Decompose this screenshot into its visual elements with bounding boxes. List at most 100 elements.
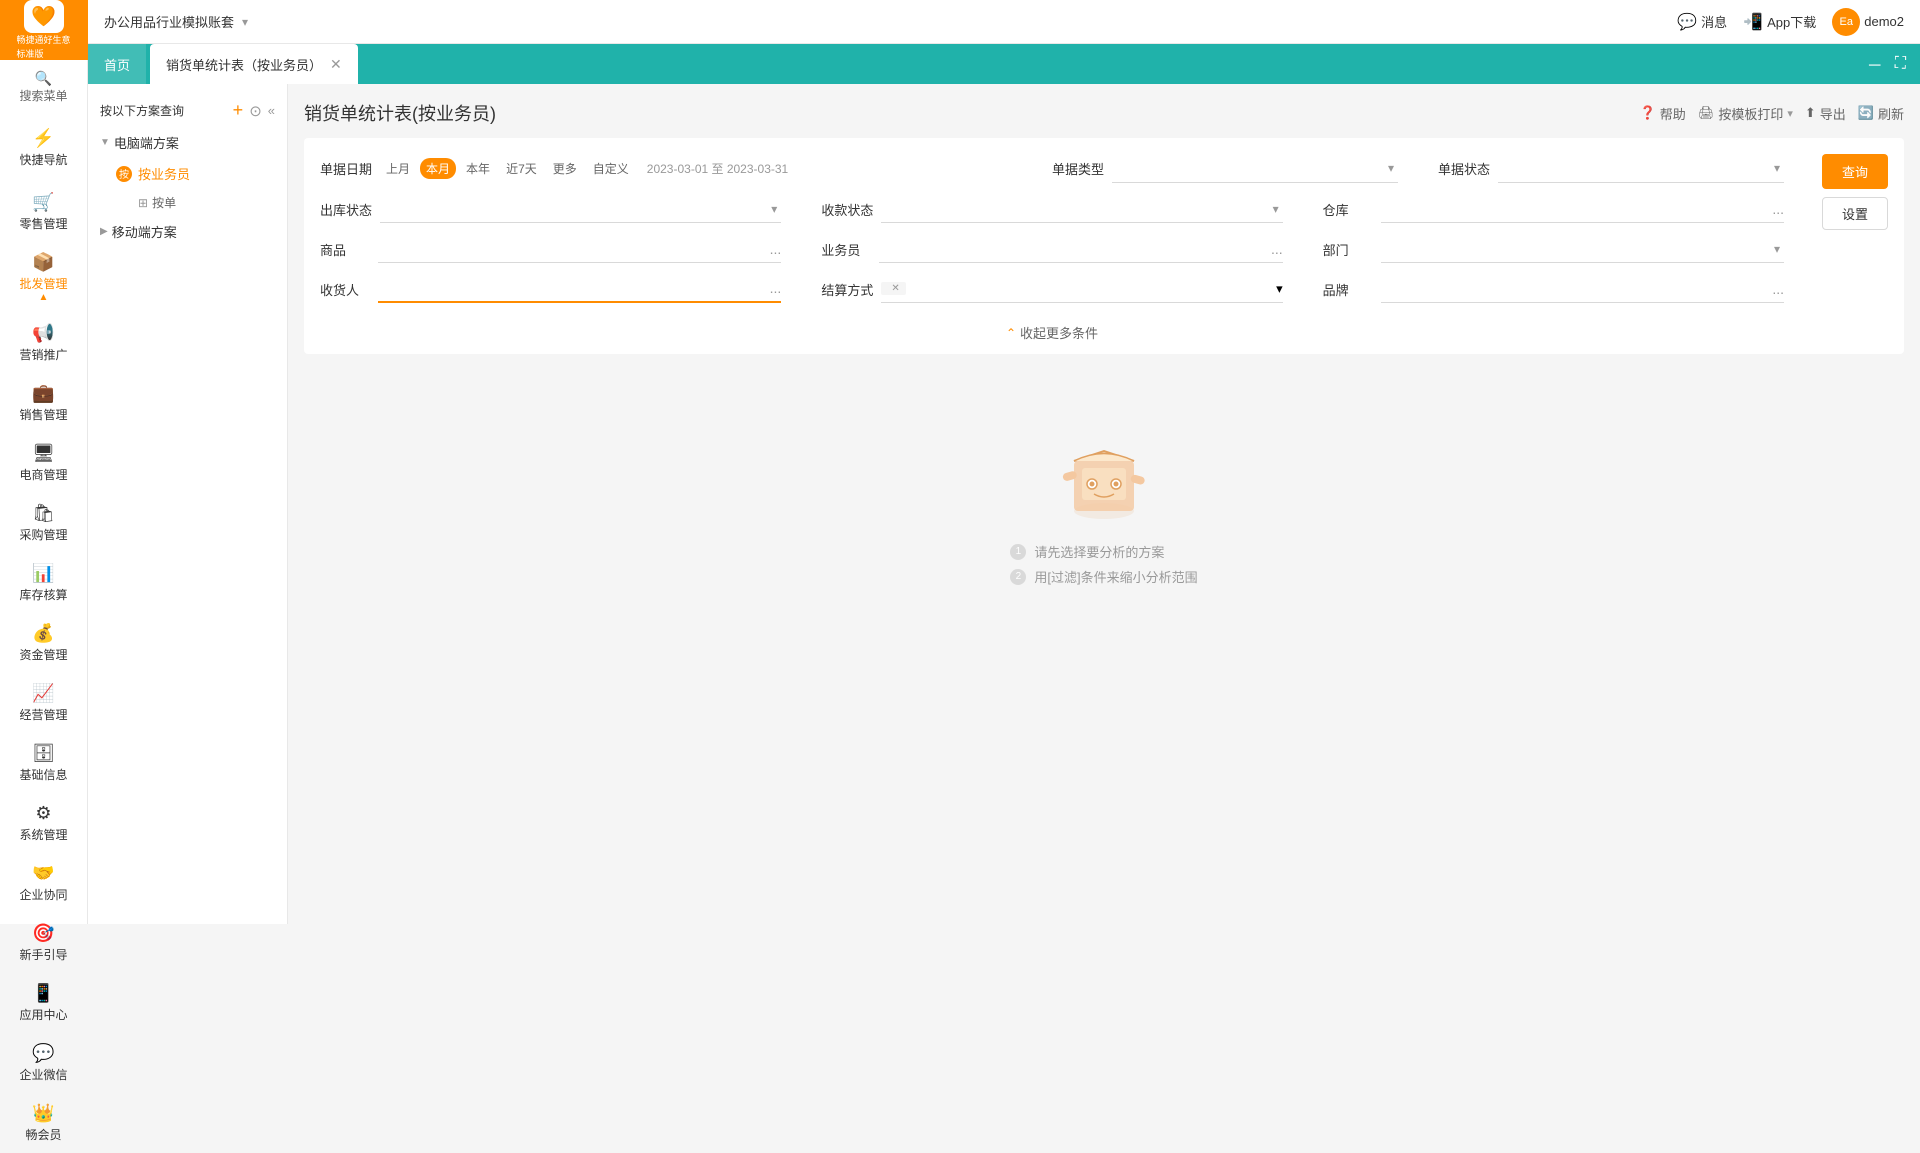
recipient-control: ... bbox=[378, 275, 781, 303]
sidebar-item-ops[interactable]: 📈 经营管理 bbox=[0, 673, 87, 733]
goods-label: 商品 bbox=[320, 240, 370, 259]
date-btn-this-month[interactable]: 本月 bbox=[420, 158, 456, 179]
receipt-status-label: 收款状态 bbox=[821, 200, 873, 219]
filter-item-department: 部门 ▾ bbox=[1323, 235, 1784, 263]
print-dropdown-icon[interactable]: ▾ bbox=[1787, 107, 1793, 120]
goods-control: ... bbox=[378, 235, 781, 263]
topbar-title: 办公用品行业模拟账套 bbox=[104, 12, 234, 31]
sidebar-item-wholesale[interactable]: 📦 批发管理 ▲ bbox=[0, 242, 87, 313]
help-icon: ❓ bbox=[1640, 105, 1656, 121]
tree-arrow-mobile: ▶ bbox=[100, 226, 108, 237]
doc-type-control[interactable]: ▾ bbox=[1112, 155, 1398, 183]
tab-sales-stat[interactable]: 销货单统计表（按业务员） ✕ bbox=[150, 44, 358, 84]
topbar: 办公用品行业模拟账套 ▾ 💬 消息 📲 App下载 Ea demo2 bbox=[88, 0, 1920, 44]
sidebar-item-newbie[interactable]: 🎯 新手引导 bbox=[0, 913, 87, 973]
brand-control: ... bbox=[1381, 275, 1784, 303]
sidebar-item-vip[interactable]: 👑 畅会员 bbox=[0, 1093, 87, 1153]
sidebar-item-purchase[interactable]: 🛍 采购管理 bbox=[0, 493, 87, 553]
user-menu[interactable]: Ea demo2 bbox=[1832, 8, 1904, 36]
sidebar-item-wechat[interactable]: 💬 企业微信 bbox=[0, 1033, 87, 1093]
filter-item-goods: 商品 ... bbox=[320, 235, 781, 263]
date-btn-this-year[interactable]: 本年 bbox=[460, 158, 496, 179]
tree-label-mobile: 移动端方案 bbox=[112, 222, 177, 241]
tabbar: 首页 销货单统计表（按业务员） ✕ － ⛶ bbox=[88, 44, 1920, 84]
department-control[interactable]: ▾ bbox=[1381, 235, 1784, 263]
brand-dots-btn[interactable]: ... bbox=[1772, 281, 1784, 297]
topbar-dropdown-arrow[interactable]: ▾ bbox=[242, 15, 248, 29]
help-btn[interactable]: ❓ 帮助 bbox=[1640, 104, 1686, 123]
doc-status-caret: ▾ bbox=[1774, 161, 1780, 175]
sidebar-item-corp[interactable]: 🤝 企业协同 bbox=[0, 853, 87, 913]
filter-item-payment: 结算方式 ✕ ▾ bbox=[821, 275, 1282, 303]
refresh-icon: 🔄 bbox=[1858, 105, 1874, 121]
collapse-btn[interactable]: ⌃ 收起更多条件 bbox=[994, 319, 1110, 346]
sidebar-item-apps[interactable]: 📱 应用中心 bbox=[0, 973, 87, 1033]
payment-caret: ▾ bbox=[1276, 281, 1283, 297]
sidebar-item-sales[interactable]: 💼 销售管理 bbox=[0, 373, 87, 433]
payment-tag: ✕ bbox=[881, 282, 905, 295]
date-btn-custom[interactable]: 自定义 bbox=[587, 158, 635, 179]
doc-status-select[interactable]: ▾ bbox=[1498, 161, 1784, 175]
settings-scheme-btn[interactable]: ⊙ bbox=[249, 102, 262, 120]
salesperson-dots-btn[interactable]: ... bbox=[1271, 241, 1283, 257]
tab-minimize-icon[interactable]: － bbox=[1861, 52, 1889, 76]
sidebar: 🧡 畅捷通好生意 标准版 🔍 搜索菜单 ⚡ 快捷导航 🛒 零售管理 📦 批发管理… bbox=[0, 0, 88, 924]
sidebar-item-finance[interactable]: 💰 资金管理 bbox=[0, 613, 87, 673]
app-download-btn[interactable]: 📲 App下载 bbox=[1743, 12, 1816, 32]
tab-home[interactable]: 首页 bbox=[88, 44, 146, 84]
message-btn[interactable]: 💬 消息 bbox=[1677, 12, 1727, 32]
export-btn[interactable]: ⬆ 导出 bbox=[1805, 104, 1846, 123]
filter-item-warehouse: 仓库 ... bbox=[1323, 195, 1784, 223]
recipient-dots-btn[interactable]: ... bbox=[770, 280, 782, 296]
warehouse-dots-btn[interactable]: ... bbox=[1772, 201, 1784, 217]
payment-tag-close[interactable]: ✕ bbox=[891, 283, 899, 294]
filter-item-recipient: 收货人 ... bbox=[320, 275, 781, 303]
doc-status-label: 单据状态 bbox=[1438, 159, 1490, 178]
avatar: Ea bbox=[1832, 8, 1860, 36]
filter-rows: 单据日期 上月 本月 本年 近7天 更多 自定义 2023-03-01 至 20… bbox=[320, 154, 1784, 311]
collapse-panel-btn[interactable]: « bbox=[268, 103, 275, 118]
tree-child-by-salesperson[interactable]: 按 按业务员 bbox=[88, 158, 287, 189]
date-btn-7days[interactable]: 近7天 bbox=[500, 158, 543, 179]
tree-child-by-order[interactable]: ⊞ 按单 bbox=[88, 189, 287, 216]
payment-control[interactable]: ✕ ▾ bbox=[881, 275, 1282, 303]
out-status-select[interactable]: ▾ bbox=[380, 202, 781, 216]
sidebar-item-base[interactable]: 🗄 基础信息 bbox=[0, 733, 87, 793]
tree-item-pc[interactable]: ▼ 电脑端方案 bbox=[88, 127, 287, 158]
out-status-caret: ▾ bbox=[771, 202, 777, 216]
date-btn-more[interactable]: 更多 bbox=[547, 158, 583, 179]
out-status-control[interactable]: ▾ bbox=[380, 195, 781, 223]
logo-text: 畅捷通好生意 标准版 bbox=[16, 35, 70, 60]
doc-status-control[interactable]: ▾ bbox=[1498, 155, 1784, 183]
settings-btn[interactable]: 设置 bbox=[1822, 197, 1888, 230]
sidebar-item-quick-nav[interactable]: ⚡ 快捷导航 bbox=[0, 118, 87, 178]
sidebar-item-ecommerce[interactable]: 🖥 电商管理 bbox=[0, 433, 87, 493]
filter-row-4: 收货人 ... 结算方式 ✕ bbox=[320, 275, 1784, 303]
receipt-status-control[interactable]: ▾ bbox=[881, 195, 1282, 223]
sidebar-item-inventory[interactable]: 📊 库存核算 bbox=[0, 553, 87, 613]
goods-dots-btn[interactable]: ... bbox=[770, 241, 782, 257]
add-scheme-btn[interactable]: + bbox=[233, 100, 244, 121]
sidebar-item-marketing[interactable]: 📢 营销推广 bbox=[0, 313, 87, 373]
topbar-left: 办公用品行业模拟账套 ▾ bbox=[104, 12, 248, 31]
query-btn[interactable]: 查询 bbox=[1822, 154, 1888, 189]
print-btn[interactable]: 🖨 按模板打印 ▾ bbox=[1698, 104, 1793, 123]
tab-close-icon[interactable]: ✕ bbox=[330, 56, 342, 73]
sidebar-search[interactable]: 🔍 搜索菜单 bbox=[0, 60, 87, 114]
filter-section: 单据日期 上月 本月 本年 近7天 更多 自定义 2023-03-01 至 20… bbox=[304, 138, 1904, 354]
empty-tip-2: 2 用[过滤]条件来缩小分析范围 bbox=[1010, 567, 1197, 586]
message-icon: 💬 bbox=[1677, 12, 1697, 32]
left-panel-title: 按以下方案查询 bbox=[100, 102, 184, 119]
tree-item-mobile[interactable]: ▶ 移动端方案 bbox=[88, 216, 287, 247]
department-select[interactable]: ▾ bbox=[1381, 242, 1784, 256]
date-control: 上月 本月 本年 近7天 更多 自定义 2023-03-01 至 2023-03… bbox=[380, 154, 1012, 183]
left-panel-actions: + ⊙ « bbox=[233, 100, 275, 121]
refresh-btn[interactable]: 🔄 刷新 bbox=[1858, 104, 1904, 123]
filter-item-salesperson: 业务员 ... bbox=[821, 235, 1282, 263]
tab-maximize-icon[interactable]: ⛶ bbox=[1889, 55, 1912, 73]
date-btn-last-month[interactable]: 上月 bbox=[380, 158, 416, 179]
sidebar-item-system[interactable]: ⚙ 系统管理 bbox=[0, 793, 87, 853]
doc-type-select[interactable]: ▾ bbox=[1112, 161, 1398, 175]
receipt-status-select[interactable]: ▾ bbox=[881, 202, 1282, 216]
sidebar-item-retail[interactable]: 🛒 零售管理 bbox=[0, 182, 87, 242]
